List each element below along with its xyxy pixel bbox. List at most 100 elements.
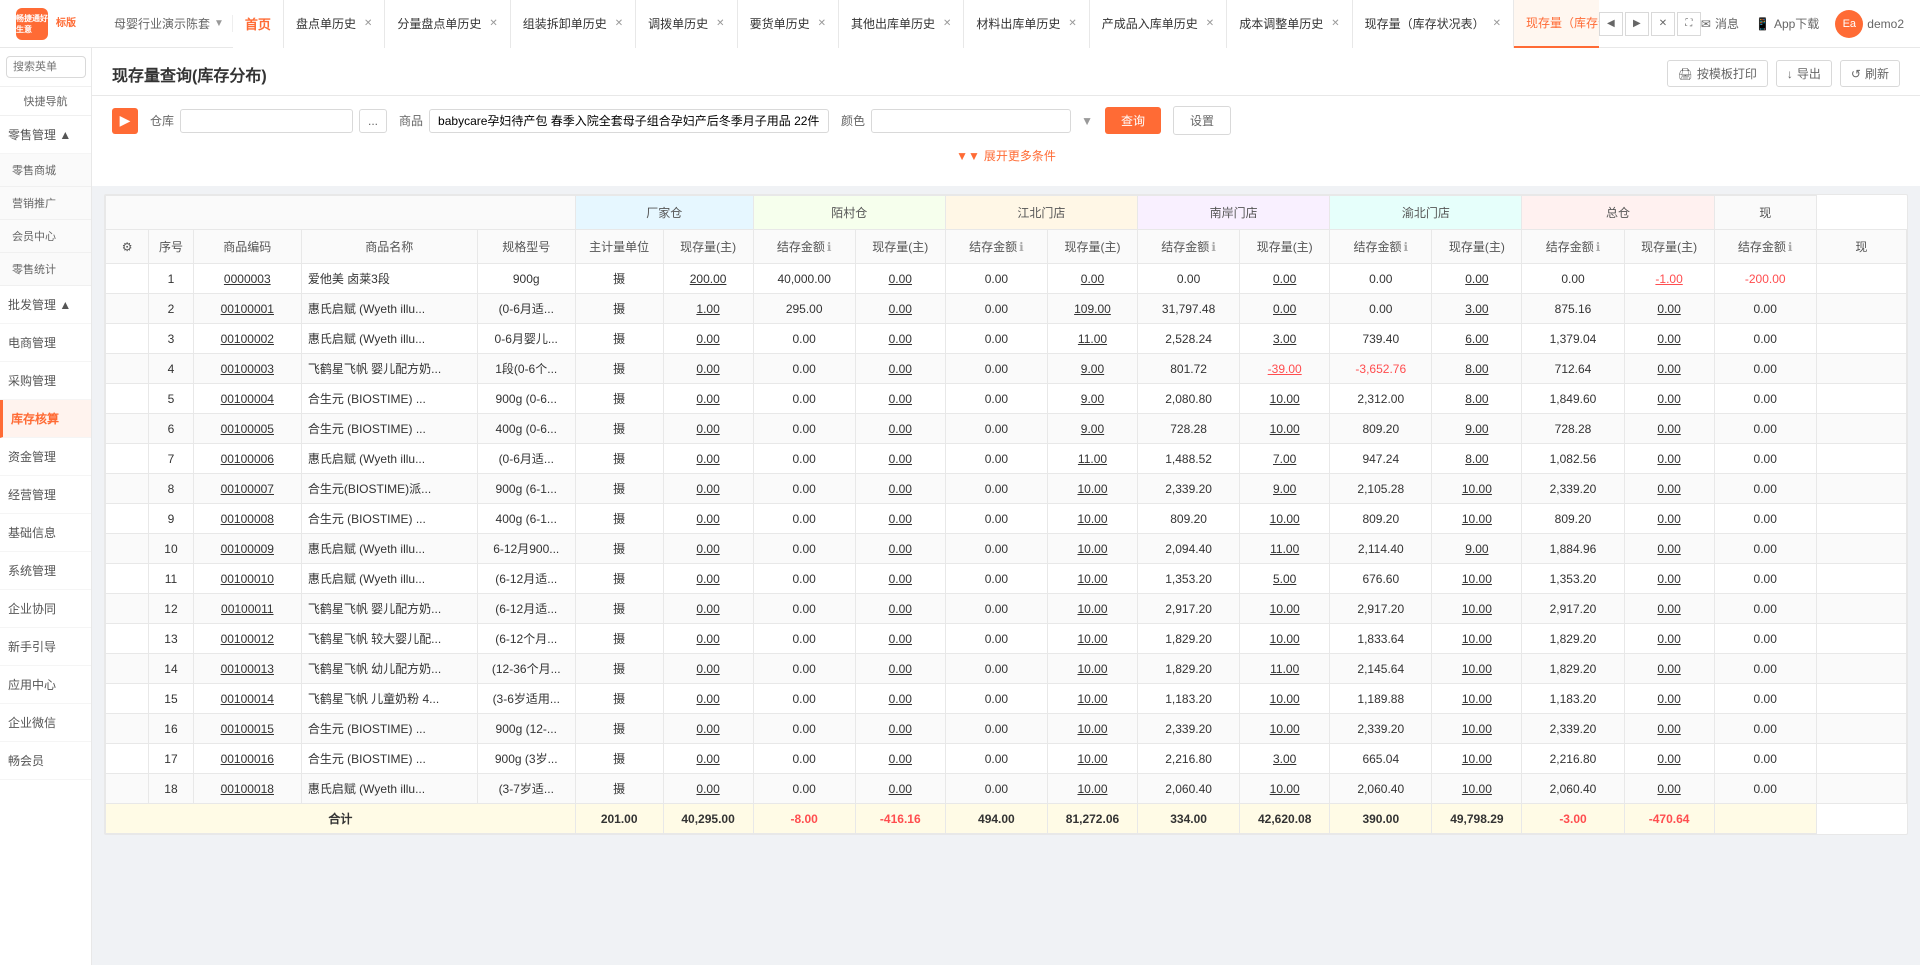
table-cell[interactable]: 0.00 bbox=[855, 564, 945, 594]
table-cell[interactable]: 10.00 bbox=[1432, 714, 1522, 744]
table-cell[interactable]: 11.00 bbox=[1047, 444, 1137, 474]
close-tab-icon[interactable]: ✕ bbox=[1331, 18, 1339, 29]
goods-input[interactable] bbox=[429, 109, 829, 133]
table-cell[interactable]: 0.00 bbox=[663, 444, 753, 474]
table-cell[interactable]: 10.00 bbox=[1047, 624, 1137, 654]
nav-tab-首页[interactable]: 首页 bbox=[233, 0, 284, 48]
sidebar-item-零售管理[interactable]: 零售管理 ▲ bbox=[0, 116, 91, 154]
table-cell[interactable]: 0.00 bbox=[1624, 504, 1714, 534]
table-cell[interactable]: 0.00 bbox=[855, 624, 945, 654]
table-cell[interactable]: 10.00 bbox=[1047, 654, 1137, 684]
table-cell[interactable]: 0.00 bbox=[1624, 324, 1714, 354]
table-cell[interactable]: 0.00 bbox=[663, 504, 753, 534]
table-cell[interactable]: 00100001 bbox=[193, 294, 301, 324]
table-cell[interactable]: 0.00 bbox=[855, 324, 945, 354]
app-download-btn[interactable]: 📱 App下载 bbox=[1755, 15, 1819, 32]
table-cell[interactable]: 00100008 bbox=[193, 504, 301, 534]
table-cell[interactable]: 10.00 bbox=[1240, 714, 1330, 744]
table-cell[interactable]: 0.00 bbox=[1624, 294, 1714, 324]
expand-filter-btn[interactable]: ▼▼ 展开更多条件 bbox=[956, 143, 1056, 168]
warehouse-ellipsis-btn[interactable]: ... bbox=[359, 109, 387, 133]
table-cell[interactable]: 0.00 bbox=[1624, 384, 1714, 414]
table-cell[interactable]: 1.00 bbox=[663, 294, 753, 324]
sidebar-item-系统管理[interactable]: 系统管理 bbox=[0, 552, 91, 590]
table-cell[interactable]: 10.00 bbox=[1047, 534, 1137, 564]
table-cell[interactable]: 0.00 bbox=[663, 624, 753, 654]
table-cell[interactable]: 00100005 bbox=[193, 414, 301, 444]
table-cell[interactable]: 0.00 bbox=[1624, 474, 1714, 504]
table-cell[interactable]: 11.00 bbox=[1240, 534, 1330, 564]
table-cell[interactable]: 0.00 bbox=[1624, 534, 1714, 564]
table-cell[interactable]: 10.00 bbox=[1432, 564, 1522, 594]
table-cell[interactable]: 10.00 bbox=[1047, 774, 1137, 804]
refresh-btn[interactable]: ↺ 刷新 bbox=[1840, 60, 1900, 87]
close-tab-icon[interactable]: ✕ bbox=[818, 18, 826, 29]
sidebar-item-电商管理[interactable]: 电商管理 bbox=[0, 324, 91, 362]
table-cell[interactable]: 10.00 bbox=[1047, 564, 1137, 594]
factory-amt-info-icon[interactable]: ℹ bbox=[827, 240, 832, 254]
table-cell[interactable]: 0.00 bbox=[855, 654, 945, 684]
table-cell[interactable]: 0.00 bbox=[855, 774, 945, 804]
table-cell[interactable]: 10.00 bbox=[1432, 654, 1522, 684]
table-cell[interactable]: 0.00 bbox=[855, 354, 945, 384]
table-cell[interactable]: 0000003 bbox=[193, 264, 301, 294]
table-cell[interactable]: 0.00 bbox=[855, 714, 945, 744]
table-cell[interactable]: 8.00 bbox=[1432, 384, 1522, 414]
table-cell[interactable]: 0.00 bbox=[1624, 444, 1714, 474]
table-cell[interactable]: 0.00 bbox=[663, 384, 753, 414]
nav-tab-现存量（库存分布表）[interactable]: 现存量（库存分布表）✕ bbox=[1514, 0, 1599, 48]
table-cell[interactable]: 0.00 bbox=[1624, 624, 1714, 654]
sidebar-item-新手引导[interactable]: 新手引导 bbox=[0, 628, 91, 666]
table-cell[interactable]: 0.00 bbox=[663, 774, 753, 804]
sidebar-item-采购管理[interactable]: 采购管理 bbox=[0, 362, 91, 400]
sidebar-item-库存核算[interactable]: 库存核算 bbox=[0, 400, 91, 438]
table-cell[interactable]: 10.00 bbox=[1047, 594, 1137, 624]
table-cell[interactable]: 10.00 bbox=[1240, 774, 1330, 804]
table-cell[interactable]: 0.00 bbox=[1240, 294, 1330, 324]
table-cell[interactable]: 0.00 bbox=[855, 504, 945, 534]
nav-tab-分量盘点单历史[interactable]: 分量盘点单历史✕ bbox=[385, 0, 510, 48]
close-tab-icon[interactable]: ✕ bbox=[1068, 18, 1076, 29]
nanan-amt-info-icon[interactable]: ℹ bbox=[1404, 240, 1409, 254]
nav-tab-材料出库单历史[interactable]: 材料出库单历史✕ bbox=[964, 0, 1089, 48]
table-cell[interactable]: 200.00 bbox=[663, 264, 753, 294]
table-cell[interactable]: 10.00 bbox=[1047, 504, 1137, 534]
user-area[interactable]: Ea demo2 bbox=[1835, 10, 1904, 38]
quick-nav-btn[interactable]: 快捷导航 bbox=[0, 87, 91, 116]
table-cell[interactable]: 00100009 bbox=[193, 534, 301, 564]
table-cell[interactable]: -1.00 bbox=[1624, 264, 1714, 294]
table-cell[interactable]: 0.00 bbox=[855, 294, 945, 324]
table-cell[interactable]: 7.00 bbox=[1240, 444, 1330, 474]
nav-next-btn[interactable]: ▶ bbox=[1625, 12, 1649, 36]
table-cell[interactable]: 11.00 bbox=[1240, 654, 1330, 684]
yubei-amt-info-icon[interactable]: ℹ bbox=[1596, 240, 1601, 254]
table-cell[interactable]: 0.00 bbox=[855, 744, 945, 774]
table-cell[interactable]: 109.00 bbox=[1047, 294, 1137, 324]
table-cell[interactable]: 00100002 bbox=[193, 324, 301, 354]
nav-tab-产成品入库单历史[interactable]: 产成品入库单历史✕ bbox=[1090, 0, 1227, 48]
table-cell[interactable]: 11.00 bbox=[1047, 324, 1137, 354]
table-cell[interactable]: 00100012 bbox=[193, 624, 301, 654]
jiangbei-amt-info-icon[interactable]: ℹ bbox=[1211, 240, 1216, 254]
table-cell[interactable]: 0.00 bbox=[1432, 264, 1522, 294]
table-cell[interactable]: 0.00 bbox=[1624, 684, 1714, 714]
mocun-amt-info-icon[interactable]: ℹ bbox=[1019, 240, 1024, 254]
table-cell[interactable]: 00100018 bbox=[193, 774, 301, 804]
table-cell[interactable]: 3.00 bbox=[1240, 744, 1330, 774]
search-input[interactable] bbox=[6, 56, 86, 78]
sidebar-item-企业微信[interactable]: 企业微信 bbox=[0, 704, 91, 742]
table-cell[interactable]: 5.00 bbox=[1240, 564, 1330, 594]
sidebar-subitem-会员中心[interactable]: 会员中心 bbox=[0, 220, 91, 253]
table-cell[interactable]: 9.00 bbox=[1432, 534, 1522, 564]
table-cell[interactable]: 0.00 bbox=[1624, 414, 1714, 444]
filter-toggle-btn[interactable]: ▶ bbox=[112, 108, 138, 134]
nav-tab-要货单历史[interactable]: 要货单历史✕ bbox=[738, 0, 839, 48]
table-cell[interactable]: 0.00 bbox=[663, 324, 753, 354]
sidebar-subitem-零售统计[interactable]: 零售统计 bbox=[0, 253, 91, 286]
table-cell[interactable]: 0.00 bbox=[663, 564, 753, 594]
print-btn[interactable]: 🖨 按模板打印 bbox=[1667, 60, 1768, 87]
nav-tab-现存量（库存状况表）[interactable]: 现存量（库存状况表）✕ bbox=[1353, 0, 1514, 48]
table-cell[interactable]: 0.00 bbox=[663, 534, 753, 564]
nav-tab-组装拆卸单历史[interactable]: 组装拆卸单历史✕ bbox=[511, 0, 636, 48]
close-tab-icon[interactable]: ✕ bbox=[943, 18, 951, 29]
